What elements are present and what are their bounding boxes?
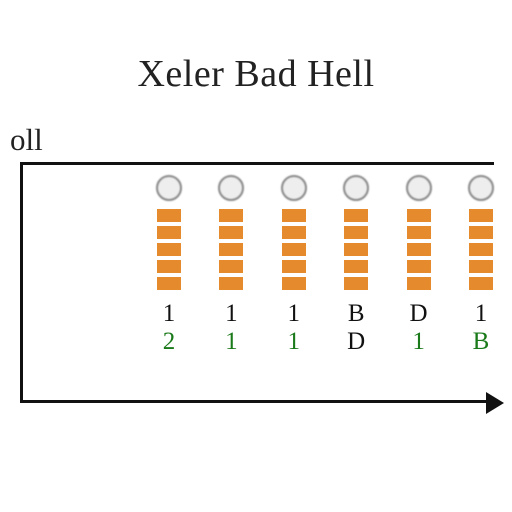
chart-column: 1 2 xyxy=(150,175,188,385)
column-header-icon xyxy=(156,175,182,201)
column-header-icon xyxy=(343,175,369,201)
x-axis-arrow-icon xyxy=(486,392,504,414)
column-value-2: D xyxy=(347,328,365,356)
x-axis xyxy=(20,400,494,403)
column-value-2: B xyxy=(473,328,490,356)
column-header-icon xyxy=(468,175,494,201)
column-bars xyxy=(282,209,306,290)
chart-column: D 1 xyxy=(400,175,438,385)
column-bars xyxy=(157,209,181,290)
y-axis-label: oll xyxy=(10,122,43,158)
column-header-icon xyxy=(281,175,307,201)
column-value-1: B xyxy=(348,300,365,328)
chart-column: 1 1 xyxy=(212,175,250,385)
chart-column: 1 B xyxy=(462,175,500,385)
column-bars xyxy=(219,209,243,290)
chart-columns: 1 2 1 1 1 1 B D xyxy=(150,175,500,385)
chart-title: Xeler Bad Hell xyxy=(0,52,512,96)
frame-top xyxy=(20,162,494,165)
column-value-1: 1 xyxy=(288,300,301,328)
column-value-1: D xyxy=(410,300,428,328)
frame-left xyxy=(20,162,23,402)
column-value-2: 1 xyxy=(412,328,425,356)
column-value-2: 1 xyxy=(225,328,238,356)
column-value-1: 1 xyxy=(225,300,238,328)
chart-column: B D xyxy=(337,175,375,385)
column-header-icon xyxy=(218,175,244,201)
column-bars xyxy=(344,209,368,290)
column-value-2: 1 xyxy=(288,328,301,356)
chart-column: 1 1 xyxy=(275,175,313,385)
column-header-icon xyxy=(406,175,432,201)
column-value-2: 2 xyxy=(163,328,176,356)
column-value-1: 1 xyxy=(475,300,488,328)
column-value-1: 1 xyxy=(163,300,176,328)
column-bars xyxy=(407,209,431,290)
figure: { "title": "Xeler Bad Hell", "side_label… xyxy=(0,0,512,512)
column-bars xyxy=(469,209,493,290)
